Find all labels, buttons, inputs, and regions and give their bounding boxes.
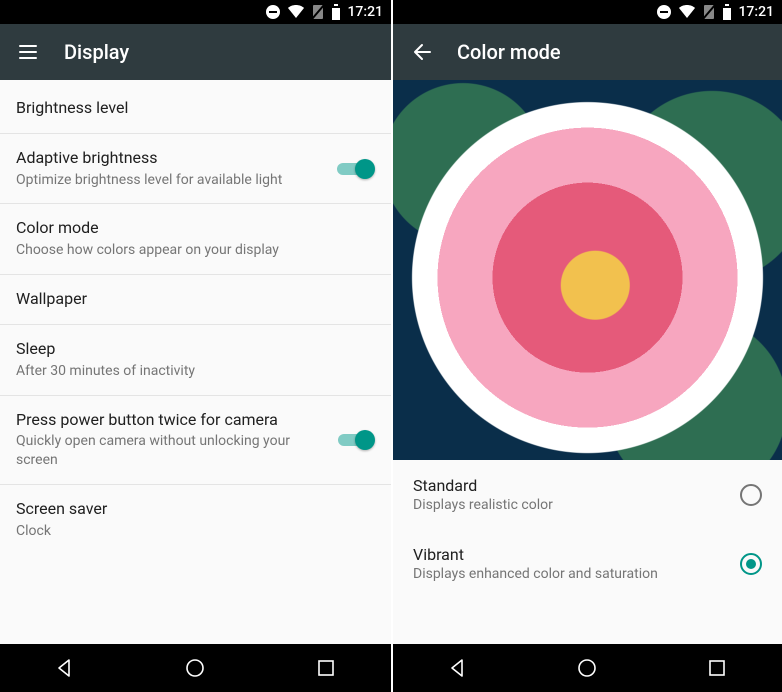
brightness-level-row[interactable]: Brightness level <box>0 80 391 134</box>
back-arrow-icon[interactable] <box>409 40 433 64</box>
color-mode-row[interactable]: Color mode Choose how colors appear on y… <box>0 204 391 275</box>
adaptive-brightness-switch[interactable] <box>335 159 375 179</box>
setting-title: Wallpaper <box>16 289 363 310</box>
wifi-icon <box>678 4 696 20</box>
phone-left: 17:21 Display Brightness level Adaptive … <box>0 0 391 692</box>
page-title: Color mode <box>457 40 561 64</box>
setting-title: Screen saver <box>16 499 363 520</box>
power-camera-switch[interactable] <box>336 430 375 450</box>
nav-recent-button[interactable] <box>306 648 346 688</box>
color-preview-image <box>393 80 782 460</box>
power-camera-row[interactable]: Press power button twice for camera Quic… <box>0 396 391 486</box>
setting-sub: After 30 minutes of inactivity <box>16 362 363 381</box>
radio-standard[interactable] <box>740 484 762 506</box>
option-sub: Displays enhanced color and saturation <box>413 566 728 582</box>
sleep-row[interactable]: Sleep After 30 minutes of inactivity <box>0 325 391 396</box>
status-bar: 17:21 <box>0 0 391 24</box>
setting-sub: Choose how colors appear on your display <box>16 241 363 260</box>
battery-icon <box>331 4 341 20</box>
color-mode-content: Standard Displays realistic color Vibran… <box>393 80 782 644</box>
setting-sub: Optimize brightness level for available … <box>16 171 323 190</box>
option-title: Vibrant <box>413 545 728 564</box>
adaptive-brightness-row[interactable]: Adaptive brightness Optimize brightness … <box>0 134 391 205</box>
settings-content: Brightness level Adaptive brightness Opt… <box>0 80 391 644</box>
radio-vibrant[interactable] <box>740 553 762 575</box>
option-sub: Displays realistic color <box>413 497 728 513</box>
status-bar: 17:21 <box>393 0 782 24</box>
dnd-icon <box>656 4 672 20</box>
option-standard[interactable]: Standard Displays realistic color <box>393 460 782 529</box>
hamburger-icon[interactable] <box>16 40 40 64</box>
nav-back-button[interactable] <box>438 648 478 688</box>
dnd-icon <box>265 4 281 20</box>
setting-sub: Clock <box>16 522 363 541</box>
wifi-icon <box>287 4 305 20</box>
nav-back-button[interactable] <box>45 648 85 688</box>
status-time: 17:21 <box>738 4 774 20</box>
color-mode-options: Standard Displays realistic color Vibran… <box>393 460 782 598</box>
setting-title: Brightness level <box>16 98 363 119</box>
setting-title: Adaptive brightness <box>16 148 323 169</box>
app-bar: Display <box>0 24 391 80</box>
nav-bar <box>393 644 782 692</box>
app-bar: Color mode <box>393 24 782 80</box>
sim-off-icon <box>702 4 716 20</box>
nav-home-button[interactable] <box>175 648 215 688</box>
setting-sub: Quickly open camera without unlocking yo… <box>16 432 324 470</box>
setting-title: Press power button twice for camera <box>16 410 324 431</box>
nav-bar <box>0 644 391 692</box>
option-title: Standard <box>413 476 728 495</box>
option-vibrant[interactable]: Vibrant Displays enhanced color and satu… <box>393 529 782 598</box>
setting-title: Sleep <box>16 339 363 360</box>
wallpaper-row[interactable]: Wallpaper <box>0 275 391 325</box>
settings-list: Brightness level Adaptive brightness Opt… <box>0 80 391 555</box>
status-time: 17:21 <box>347 4 383 20</box>
battery-icon <box>722 4 732 20</box>
nav-home-button[interactable] <box>567 648 607 688</box>
setting-title: Color mode <box>16 218 363 239</box>
phone-right: 17:21 Color mode Standard Displays reali… <box>391 0 782 692</box>
page-title: Display <box>64 40 129 64</box>
sim-off-icon <box>311 4 325 20</box>
screen-saver-row[interactable]: Screen saver Clock <box>0 485 391 555</box>
nav-recent-button[interactable] <box>697 648 737 688</box>
